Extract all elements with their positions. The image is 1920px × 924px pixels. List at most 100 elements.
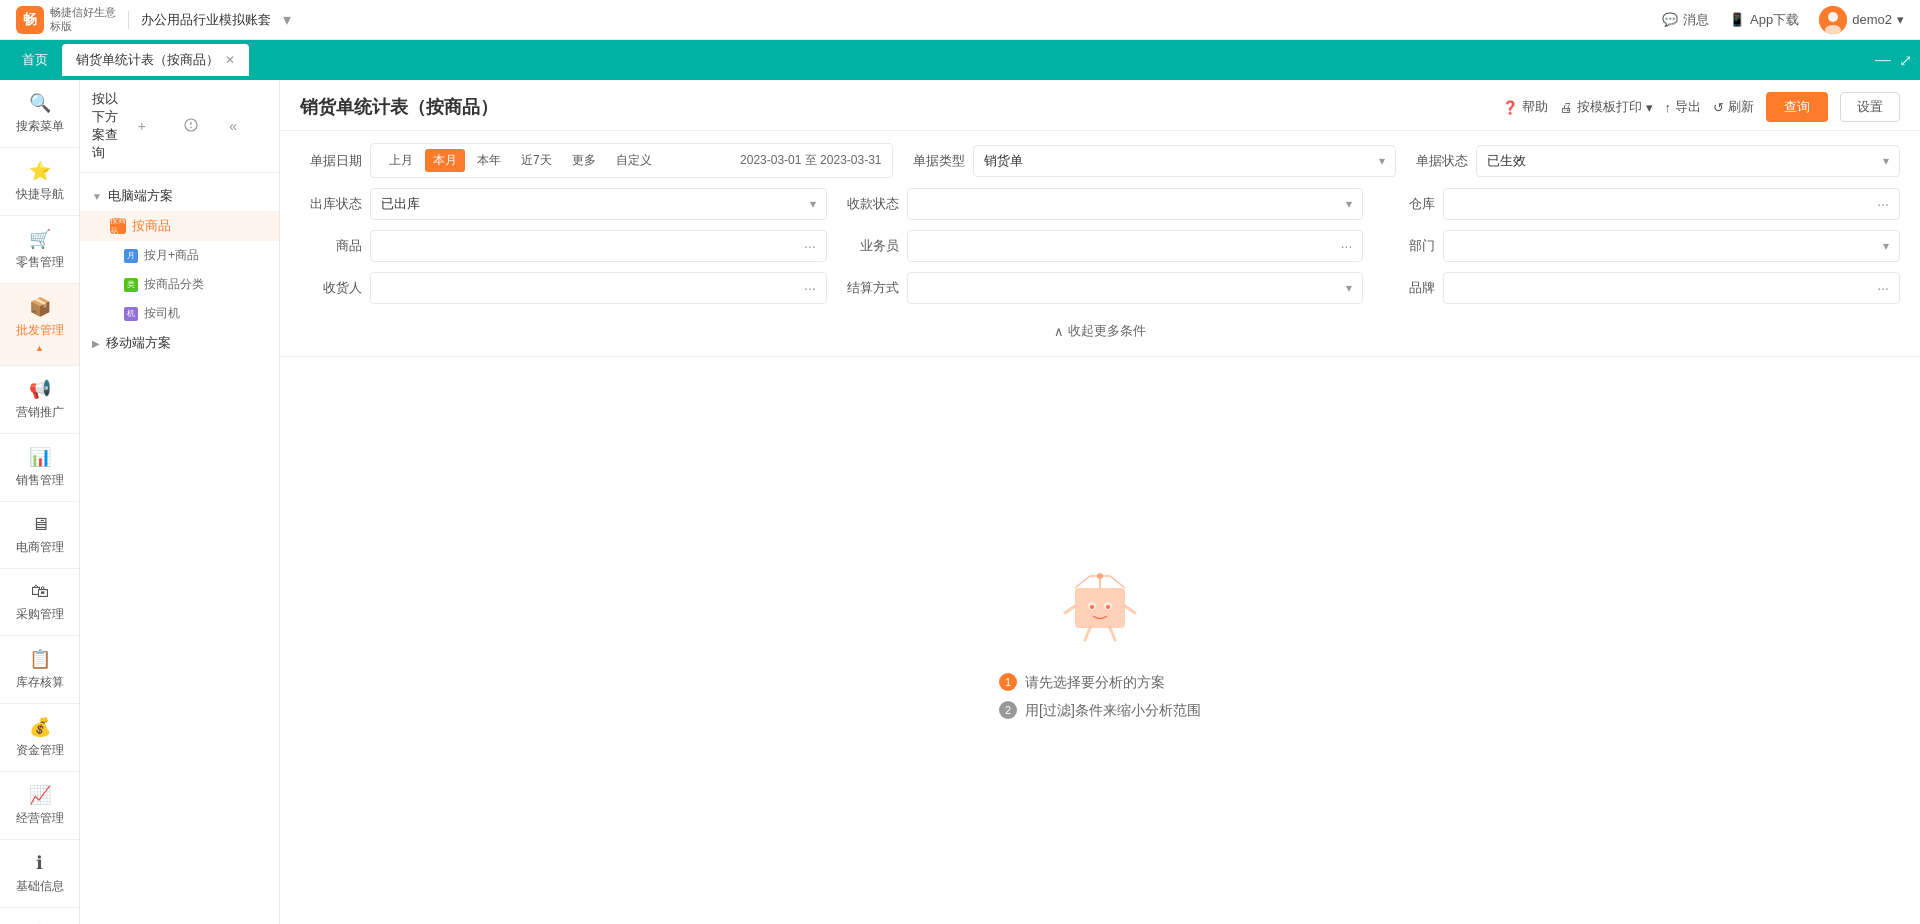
tab-close-icon[interactable]: ✕ <box>225 53 235 67</box>
date-btn-7days[interactable]: 近7天 <box>513 149 560 172</box>
tree-item-by-category[interactable]: 类 按商品分类 <box>80 270 279 299</box>
help-icon: ❓ <box>1502 100 1518 115</box>
right-content: 销货单统计表（按商品） ❓ 帮助 🖨 按模板打印 ▾ ↑ 导出 <box>280 80 1920 924</box>
query-button[interactable]: 查询 <box>1766 92 1828 122</box>
sidebar-item-marketing[interactable]: 📢 营销推广 <box>0 366 79 434</box>
receipt-chevron-icon: ▾ <box>1346 197 1352 211</box>
search-icon: 🔍 <box>29 92 51 114</box>
tree-arrow-mobile: ▶ <box>92 338 100 349</box>
print-button[interactable]: 🖨 按模板打印 ▾ <box>1560 98 1653 116</box>
staff-filter-control[interactable]: ··· <box>907 230 1364 262</box>
goods-dots-icon[interactable]: ··· <box>804 238 816 254</box>
tree-group-pc-header[interactable]: ▼ 电脑端方案 <box>80 181 279 211</box>
page-header: 销货单统计表（按商品） ❓ 帮助 🖨 按模板打印 ▾ ↑ 导出 <box>280 80 1920 131</box>
warehouse-filter-control[interactable]: ··· <box>1443 188 1900 220</box>
stock-filter-field: 出库状态 已出库 ▾ <box>300 188 827 220</box>
tree-group-mobile: ▶ 移动端方案 <box>80 328 279 358</box>
date-btn-year[interactable]: 本年 <box>469 149 509 172</box>
date-btn-prev-month[interactable]: 上月 <box>381 149 421 172</box>
sidebar-item-operations[interactable]: 📈 经营管理 <box>0 772 79 840</box>
sidebar-item-retail[interactable]: 🛒 零售管理 <box>0 216 79 284</box>
status-filter-field: 单据状态 已生效 ▾ <box>1406 145 1900 177</box>
collapse-arrow-icon: ∧ <box>1054 324 1064 339</box>
warehouse-dots-icon[interactable]: ··· <box>1877 196 1889 212</box>
status-filter-control[interactable]: 已生效 ▾ <box>1476 145 1900 177</box>
tab-sales-stats[interactable]: 销货单统计表（按商品） ✕ <box>62 44 249 76</box>
receipt-filter-control[interactable]: ▾ <box>907 188 1364 220</box>
marketing-icon: 📢 <box>29 378 51 400</box>
date-filter-control[interactable]: 上月 本月 本年 近7天 更多 自定义 2023-03-01 至 2023-03… <box>370 143 893 178</box>
date-range-text: 2023-03-01 至 2023-03-31 <box>740 152 881 169</box>
payment-filter-control[interactable]: ▾ <box>907 272 1364 304</box>
sidebar-item-finance[interactable]: 💰 资金管理 <box>0 704 79 772</box>
add-scheme-button[interactable]: + <box>138 118 176 134</box>
app-icon: 📱 <box>1729 12 1745 27</box>
brand-dots-icon[interactable]: ··· <box>1877 280 1889 296</box>
purchase-icon: 🛍 <box>31 581 49 602</box>
sidebar-item-system[interactable]: ⚙ 系统管理 <box>0 908 79 924</box>
tree-group-mobile-header[interactable]: ▶ 移动端方案 <box>80 328 279 358</box>
page-title: 销货单统计表（按商品） <box>300 95 498 119</box>
sidebar-item-wholesale[interactable]: 📦 批发管理 ▲ <box>0 284 79 366</box>
info-icon: ℹ <box>36 852 43 874</box>
date-btn-custom[interactable]: 自定义 <box>608 149 660 172</box>
export-icon: ↑ <box>1665 100 1672 115</box>
svg-point-10 <box>1106 605 1110 609</box>
minimize-icon[interactable]: — <box>1875 51 1891 69</box>
help-button[interactable]: ❓ 帮助 <box>1502 98 1548 116</box>
refresh-icon: ↺ <box>1713 100 1724 115</box>
collapse-panel-button[interactable]: « <box>229 118 267 134</box>
date-label: 单据日期 <box>300 152 370 170</box>
stock-label: 出库状态 <box>300 195 370 213</box>
tree-group-pc: ▼ 电脑端方案 按商品 按商品 月 按月+商品 类 按商品分类 <box>80 181 279 328</box>
sidebar-item-purchase[interactable]: 🛍 采购管理 <box>0 569 79 636</box>
payment-filter-field: 结算方式 ▾ <box>837 272 1364 304</box>
warehouse-label: 仓库 <box>1373 195 1443 213</box>
dept-filter-control[interactable]: ▾ <box>1443 230 1900 262</box>
topbar-left: 畅 畅捷信好生意 标版 办公用品行业模拟账套 ▾ <box>16 6 291 34</box>
tree-item-by-month-goods[interactable]: 月 按月+商品 <box>80 241 279 270</box>
sidebar-item-search[interactable]: 🔍 搜索菜单 <box>0 80 79 148</box>
receiver-filter-control[interactable]: ··· <box>370 272 827 304</box>
settings-button[interactable]: 设置 <box>1840 92 1900 122</box>
tree-item-by-goods[interactable]: 按商品 按商品 <box>80 211 279 241</box>
sidebar-item-ecommerce[interactable]: 🖥 电商管理 <box>0 502 79 569</box>
by-month-icon: 月 <box>124 249 138 263</box>
sidebar-item-basic-info[interactable]: ℹ 基础信息 <box>0 840 79 908</box>
message-button[interactable]: 💬 消息 <box>1662 11 1709 29</box>
status-chevron-icon: ▾ <box>1883 154 1889 168</box>
collapse-filters-button[interactable]: ∧ 收起更多条件 <box>300 314 1900 344</box>
operations-icon: 📈 <box>29 784 51 806</box>
goods-filter-control[interactable]: ··· <box>370 230 827 262</box>
export-button[interactable]: ↑ 导出 <box>1665 98 1702 116</box>
receipt-label: 收款状态 <box>837 195 907 213</box>
sales-icon: 📊 <box>29 446 51 468</box>
stock-filter-control[interactable]: 已出库 ▾ <box>370 188 827 220</box>
user-menu[interactable]: demo2 ▾ <box>1819 6 1904 34</box>
staff-dots-icon[interactable]: ··· <box>1341 238 1353 254</box>
tab-home[interactable]: 首页 <box>8 44 62 76</box>
edit-scheme-button[interactable] <box>184 118 222 135</box>
sidebar-item-inventory[interactable]: 📋 库存核算 <box>0 636 79 704</box>
print-dropdown-icon[interactable]: ▾ <box>1646 100 1653 115</box>
tree-item-by-driver[interactable]: 机 按司机 <box>80 299 279 328</box>
sidebar: 🔍 搜索菜单 ⭐ 快捷导航 🛒 零售管理 📦 批发管理 ▲ 📢 营销推广 📊 销… <box>0 80 80 924</box>
date-btn-current-month[interactable]: 本月 <box>425 149 465 172</box>
receiver-dots-icon[interactable]: ··· <box>804 280 816 296</box>
dropdown-icon[interactable]: ▾ <box>283 10 291 29</box>
tree-arrow-pc: ▼ <box>92 191 102 202</box>
star-icon: ⭐ <box>29 160 51 182</box>
date-btn-more[interactable]: 更多 <box>564 149 604 172</box>
app-download-button[interactable]: 📱 App下载 <box>1729 11 1799 29</box>
message-icon: 💬 <box>1662 12 1678 27</box>
sidebar-item-sales[interactable]: 📊 销售管理 <box>0 434 79 502</box>
tabbar: 首页 销货单统计表（按商品） ✕ — ⤢ <box>0 40 1920 80</box>
type-filter-control[interactable]: 销货单 ▾ <box>973 145 1397 177</box>
gear-icon: ⚙ <box>32 920 48 924</box>
svg-line-13 <box>1065 606 1075 613</box>
brand-filter-control[interactable]: ··· <box>1443 272 1900 304</box>
sidebar-item-quick-nav[interactable]: ⭐ 快捷导航 <box>0 148 79 216</box>
refresh-button[interactable]: ↺ 刷新 <box>1713 98 1754 116</box>
maximize-icon[interactable]: ⤢ <box>1899 51 1912 70</box>
logo-area: 畅 畅捷信好生意 标版 <box>16 6 116 34</box>
